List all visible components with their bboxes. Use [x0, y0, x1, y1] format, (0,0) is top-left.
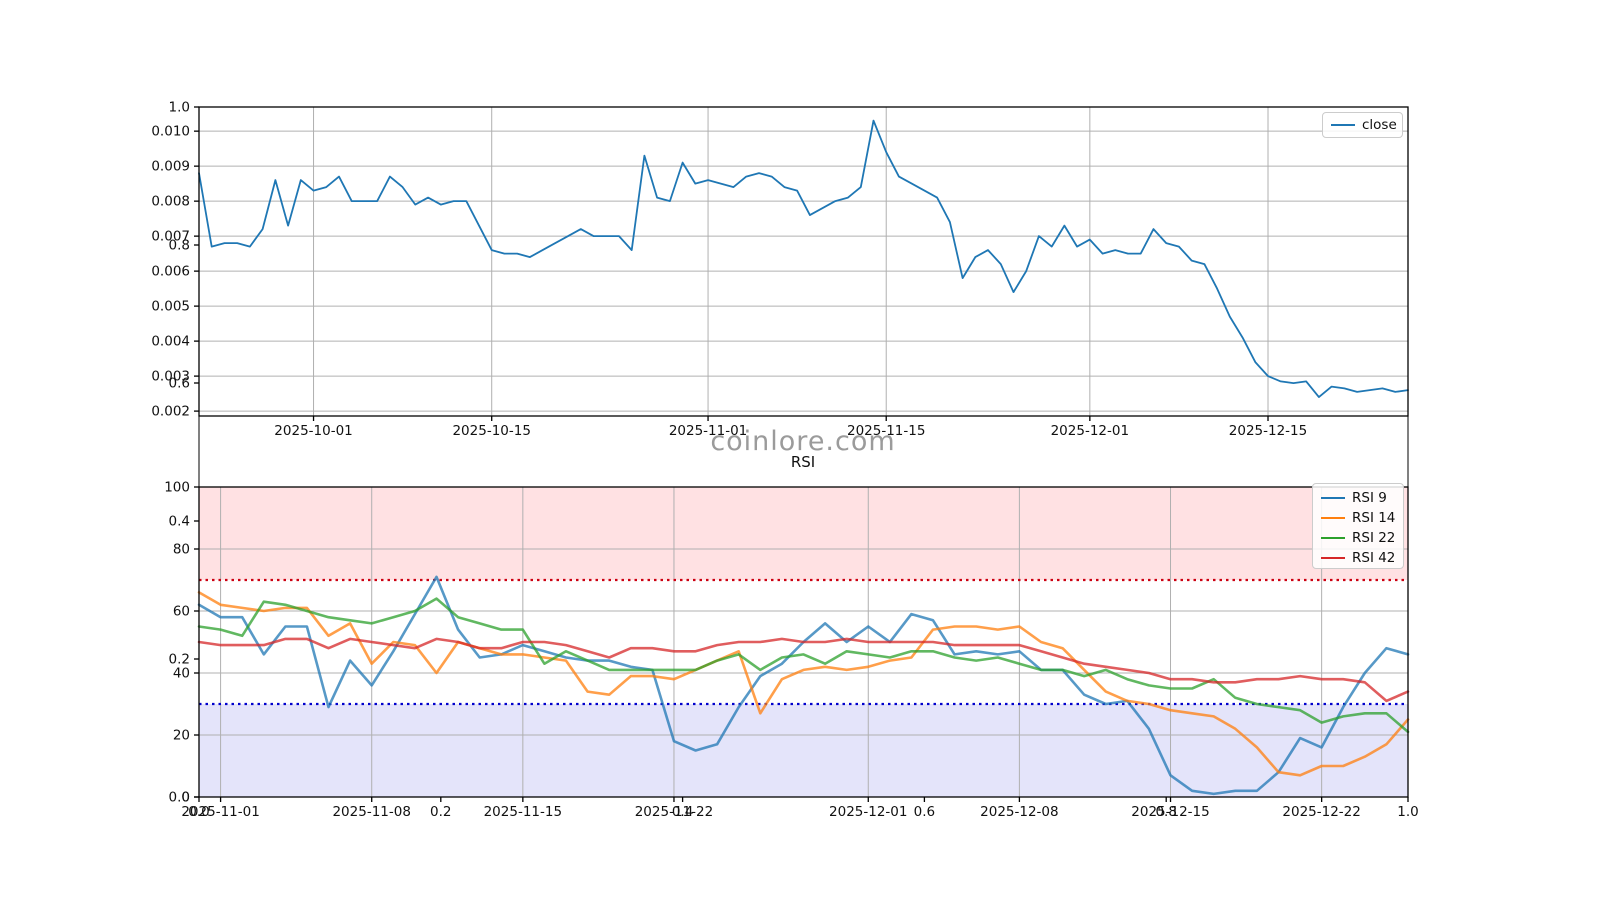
svg-text:0.010: 0.010 [151, 124, 190, 140]
svg-text:2025-12-15: 2025-12-15 [1229, 423, 1307, 439]
svg-text:0.8: 0.8 [1155, 804, 1176, 820]
svg-text:0.006: 0.006 [151, 264, 190, 280]
svg-text:2025-12-22: 2025-12-22 [1282, 804, 1360, 820]
svg-text:2025-11-15: 2025-11-15 [484, 804, 562, 820]
svg-text:0.008: 0.008 [151, 194, 190, 210]
chart-page: 0.010 0.009 0.008 0.007 0.006 0.005 0.004 0.003… [0, 0, 1600, 900]
svg-text:2025-10-15: 2025-10-15 [452, 423, 530, 439]
legend-label: RSI 22 [1352, 530, 1396, 546]
legend-swatch-icon [1331, 124, 1355, 126]
svg-text:1.0: 1.0 [1397, 804, 1418, 820]
legend-label: RSI 9 [1352, 490, 1387, 506]
legend-item: close [1331, 117, 1397, 133]
svg-text:2025-10-01: 2025-10-01 [274, 423, 352, 439]
svg-text:2025-11-08: 2025-11-08 [332, 804, 410, 820]
rsi-chart-title: RSI [790, 453, 816, 471]
legend-item: RSI 14 [1321, 508, 1395, 528]
price-axis-labels: 0.0100.0090.0080.0070.0060.0050.0040.003… [151, 124, 1307, 439]
svg-text:2025-12-01: 2025-12-01 [1051, 423, 1129, 439]
legend-swatch-icon [1321, 537, 1345, 539]
svg-text:20: 20 [173, 728, 190, 744]
svg-text:0.004: 0.004 [151, 334, 190, 350]
svg-text:0.0: 0.0 [169, 790, 190, 806]
svg-text:60: 60 [173, 604, 190, 620]
legend-label: close [1362, 117, 1397, 133]
svg-text:2025-12-08: 2025-12-08 [980, 804, 1058, 820]
price-grid [199, 107, 1408, 416]
svg-text:2025-12-01: 2025-12-01 [829, 804, 907, 820]
rsi-legend: RSI 9 RSI 14 RSI 22 RSI 42 [1312, 483, 1404, 569]
svg-text:0.0: 0.0 [188, 804, 209, 820]
svg-text:0.2: 0.2 [430, 804, 451, 820]
svg-text:0.6: 0.6 [914, 804, 935, 820]
svg-text:0.6: 0.6 [169, 376, 190, 392]
legend-label: RSI 42 [1352, 550, 1396, 566]
svg-text:1.0: 1.0 [169, 100, 190, 116]
svg-text:100: 100 [164, 480, 190, 496]
legend-item: RSI 22 [1321, 528, 1395, 548]
legend-item: RSI 9 [1321, 488, 1395, 508]
svg-text:0.009: 0.009 [151, 159, 190, 175]
legend-label: RSI 14 [1352, 510, 1396, 526]
legend-item: RSI 42 [1321, 548, 1395, 568]
svg-text:0.4: 0.4 [672, 804, 693, 820]
svg-text:80: 80 [173, 542, 190, 558]
svg-text:0.4: 0.4 [169, 514, 190, 530]
svg-text:0.2: 0.2 [169, 652, 190, 668]
price-spines [198, 106, 1409, 417]
legend-swatch-icon [1321, 517, 1345, 519]
svg-text:0.002: 0.002 [151, 404, 190, 420]
svg-text:0.005: 0.005 [151, 299, 190, 315]
price-legend: close [1322, 112, 1403, 138]
svg-text:0.8: 0.8 [169, 238, 190, 254]
legend-swatch-icon [1321, 557, 1345, 559]
price-series-close [198, 119, 1409, 399]
legend-swatch-icon [1321, 497, 1345, 499]
svg-text:40: 40 [173, 666, 190, 682]
